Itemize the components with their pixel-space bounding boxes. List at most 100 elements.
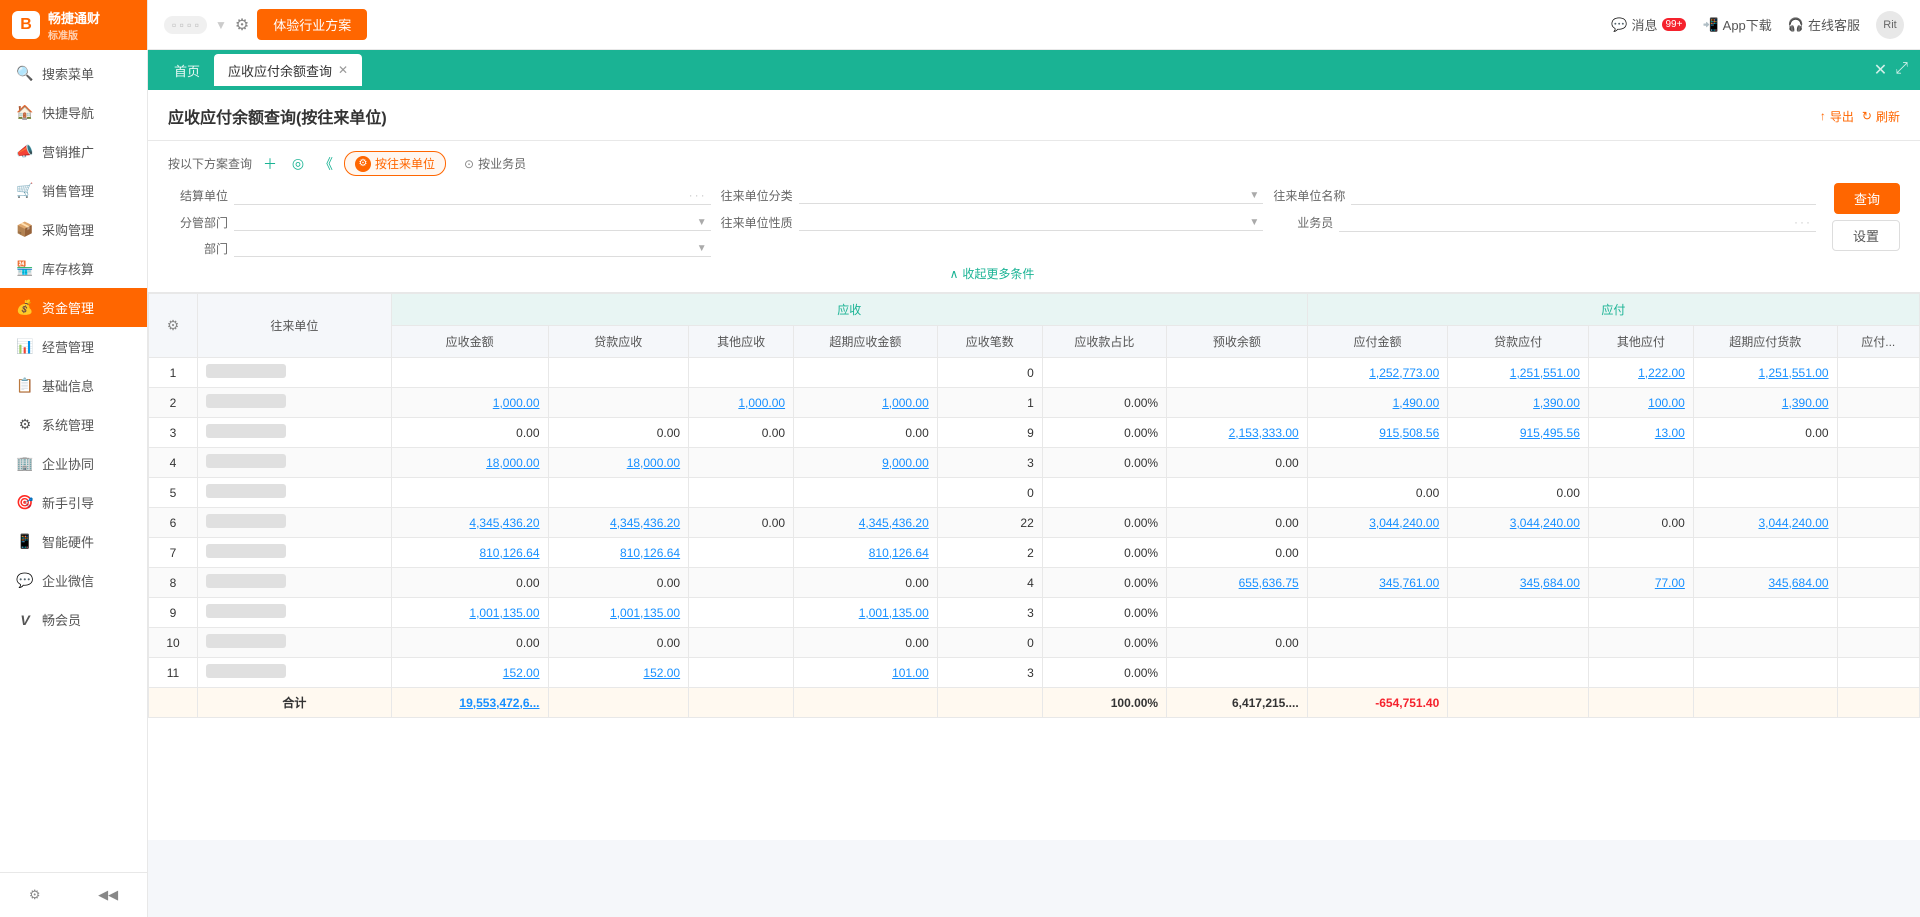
row-yf-other	[1588, 538, 1693, 568]
tab-close-icon[interactable]: ✕	[338, 63, 348, 77]
tab-maximize-icon[interactable]: ⤢	[1895, 60, 1908, 80]
user-profile[interactable]: Rit	[1876, 11, 1904, 39]
home-icon: 🏠	[16, 104, 34, 122]
sidebar-item-sales[interactable]: 🛒 销售管理	[0, 171, 147, 210]
export-button[interactable]: ↑ 导出	[1820, 108, 1854, 125]
tab-minimize-icon[interactable]: ✕	[1874, 60, 1887, 80]
chevron-down-icon-3: ▼	[1249, 217, 1259, 228]
row-ys-other	[689, 628, 794, 658]
logo: B 畅捷通财 标准版	[0, 0, 147, 50]
filter-wanglai-fenlei-select[interactable]: ▼	[799, 188, 1264, 204]
sidebar-item-inventory[interactable]: 🏪 库存核算	[0, 249, 147, 288]
tab-home-label: 首页	[174, 61, 200, 80]
sidebar-item-quick-nav[interactable]: 🏠 快捷导航	[0, 93, 147, 132]
col-header-yf-other: 其他应付	[1588, 326, 1693, 358]
row-yf-more	[1837, 388, 1919, 418]
filter-wanglai-xingzhi-select[interactable]: ▼	[799, 215, 1264, 231]
row-yf-overdue: 3,044,240.00	[1693, 508, 1837, 538]
filter-add-button[interactable]: ＋	[260, 154, 280, 174]
row-ys-pre	[1167, 388, 1308, 418]
filter-target-button[interactable]: ◎	[288, 154, 308, 174]
sidebar-collapse-button[interactable]: ◀◀	[86, 881, 130, 909]
row-wanglai	[198, 388, 392, 418]
filter-bumen-select[interactable]: ▼	[234, 241, 711, 257]
row-yf-overdue: 345,684.00	[1693, 568, 1837, 598]
promo-button[interactable]: 体验行业方案	[257, 9, 367, 40]
sidebar-item-member[interactable]: V 畅会员	[0, 600, 147, 639]
sidebar-item-system[interactable]: ⚙ 系统管理	[0, 405, 147, 444]
query-button[interactable]: 查询	[1834, 183, 1900, 214]
row-num: 4	[149, 448, 198, 478]
row-ys-pre	[1167, 658, 1308, 688]
app-download-button[interactable]: 📲 App下载	[1702, 15, 1771, 34]
row-yf-overdue	[1693, 448, 1837, 478]
row-wanglai	[198, 418, 392, 448]
sidebar-item-smart-hw[interactable]: 📱 智能硬件	[0, 522, 147, 561]
header-right: 💬 消息 99+ 📲 App下载 🎧 在线客服 Rit	[1611, 11, 1904, 39]
sidebar-item-label: 基础信息	[42, 376, 94, 395]
row-num: 11	[149, 658, 198, 688]
row-yf-overdue: 0.00	[1693, 418, 1837, 448]
row-wanglai	[198, 628, 392, 658]
row-ys-pre: 655,636.75	[1167, 568, 1308, 598]
filter-scheme-salesman-label: 按业务员	[478, 155, 526, 172]
row-ys-pre: 0.00	[1167, 628, 1308, 658]
table-row: 7810,126.64810,126.64810,126.6420.00%0.0…	[149, 538, 1920, 568]
sidebar-item-label: 新手引导	[42, 493, 94, 512]
row-ys-count: 3	[937, 598, 1042, 628]
sidebar-item-enterprise[interactable]: 🏢 企业协同	[0, 444, 147, 483]
row-ys-other	[689, 568, 794, 598]
filter-collapse-left-button[interactable]: 《	[316, 154, 336, 174]
online-service-button[interactable]: 🎧 在线客服	[1788, 15, 1860, 34]
sidebar-item-label: 快捷导航	[42, 103, 94, 122]
row-ys-overdue: 0.00	[794, 628, 938, 658]
refresh-button[interactable]: ↻ 刷新	[1862, 108, 1900, 125]
row-num: 8	[149, 568, 198, 598]
sidebar-item-finance[interactable]: 💰 资金管理	[0, 288, 147, 327]
sidebar-item-search[interactable]: 🔍 搜索菜单	[0, 54, 147, 93]
row-ys-overdue	[794, 478, 938, 508]
row-ys-other	[689, 538, 794, 568]
col-header-ys-other: 其他应收	[689, 326, 794, 358]
sidebar-settings-button[interactable]: ⚙	[17, 881, 53, 909]
sidebar-item-label: 经营管理	[42, 337, 94, 356]
row-ys-count: 3	[937, 448, 1042, 478]
row-ys-overdue: 101.00	[794, 658, 938, 688]
col-header-wanglai: 往来单位	[198, 294, 392, 358]
set-button[interactable]: 设置	[1832, 220, 1900, 251]
row-ys-count: 0	[937, 628, 1042, 658]
row-yf-loan	[1448, 628, 1589, 658]
message-button[interactable]: 💬 消息 99+	[1611, 15, 1686, 34]
sidebar-item-operations[interactable]: 📊 经营管理	[0, 327, 147, 366]
sidebar-item-purchase[interactable]: 📦 采购管理	[0, 210, 147, 249]
collapse-icon: ∧	[950, 267, 959, 281]
row-wanglai	[198, 358, 392, 388]
tab-home[interactable]: 首页	[160, 54, 214, 86]
col-header-settings[interactable]: ⚙	[149, 294, 198, 358]
filter-scheme-active[interactable]: ⚙ 按往来单位	[344, 151, 446, 176]
filter-yewuyuan-input[interactable]	[1343, 215, 1794, 229]
filter-jiesuan-dots: ···	[689, 188, 707, 202]
table-settings-icon[interactable]: ⚙	[167, 317, 180, 333]
sidebar-item-marketing[interactable]: 📣 营销推广	[0, 132, 147, 171]
filter-jiesuan-input[interactable]	[238, 188, 689, 202]
summary-ys-pre: 6,417,215....	[1167, 688, 1308, 718]
filter-fenguanbu-select[interactable]: ▼	[234, 215, 711, 231]
basic-info-icon: 📋	[16, 377, 34, 395]
row-yf-loan	[1448, 598, 1589, 628]
tab-balance-query[interactable]: 应收应付余额查询 ✕	[214, 54, 362, 86]
sidebar-item-basic-info[interactable]: 📋 基础信息	[0, 366, 147, 405]
row-yf-more	[1837, 568, 1919, 598]
row-ys-other: 0.00	[689, 508, 794, 538]
sidebar-item-label: 资金管理	[42, 298, 94, 317]
row-yf-amount: 345,761.00	[1307, 568, 1448, 598]
row-yf-loan	[1448, 538, 1589, 568]
header-gear-icon[interactable]: ⚙	[235, 15, 249, 35]
filter-wanglai-mingcheng-input[interactable]	[1355, 188, 1812, 202]
collapse-button[interactable]: ∧ 收起更多条件	[168, 265, 1816, 282]
sidebar-item-guide[interactable]: 🎯 新手引导	[0, 483, 147, 522]
sidebar-item-wechat[interactable]: 💬 企业微信	[0, 561, 147, 600]
row-num: 7	[149, 538, 198, 568]
filter-yewuyuan-input-wrap: ···	[1339, 213, 1816, 232]
filter-scheme-salesman[interactable]: ⊙ 按业务员	[454, 152, 536, 175]
